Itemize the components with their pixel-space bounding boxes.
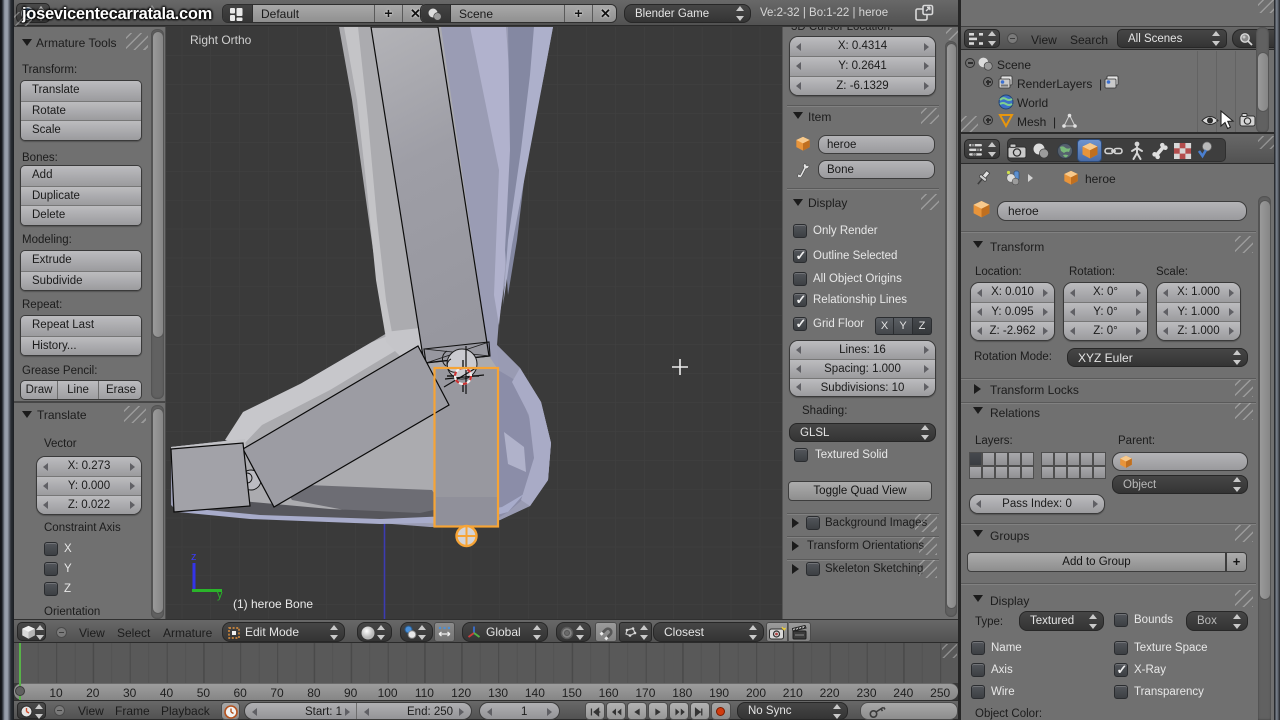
svg-text:y: y [217,589,223,601]
svg-text:(1) heroe Bone: (1) heroe Bone [233,597,313,611]
svg-text:Right Ortho: Right Ortho [190,33,252,47]
svg-text:z: z [191,551,197,563]
